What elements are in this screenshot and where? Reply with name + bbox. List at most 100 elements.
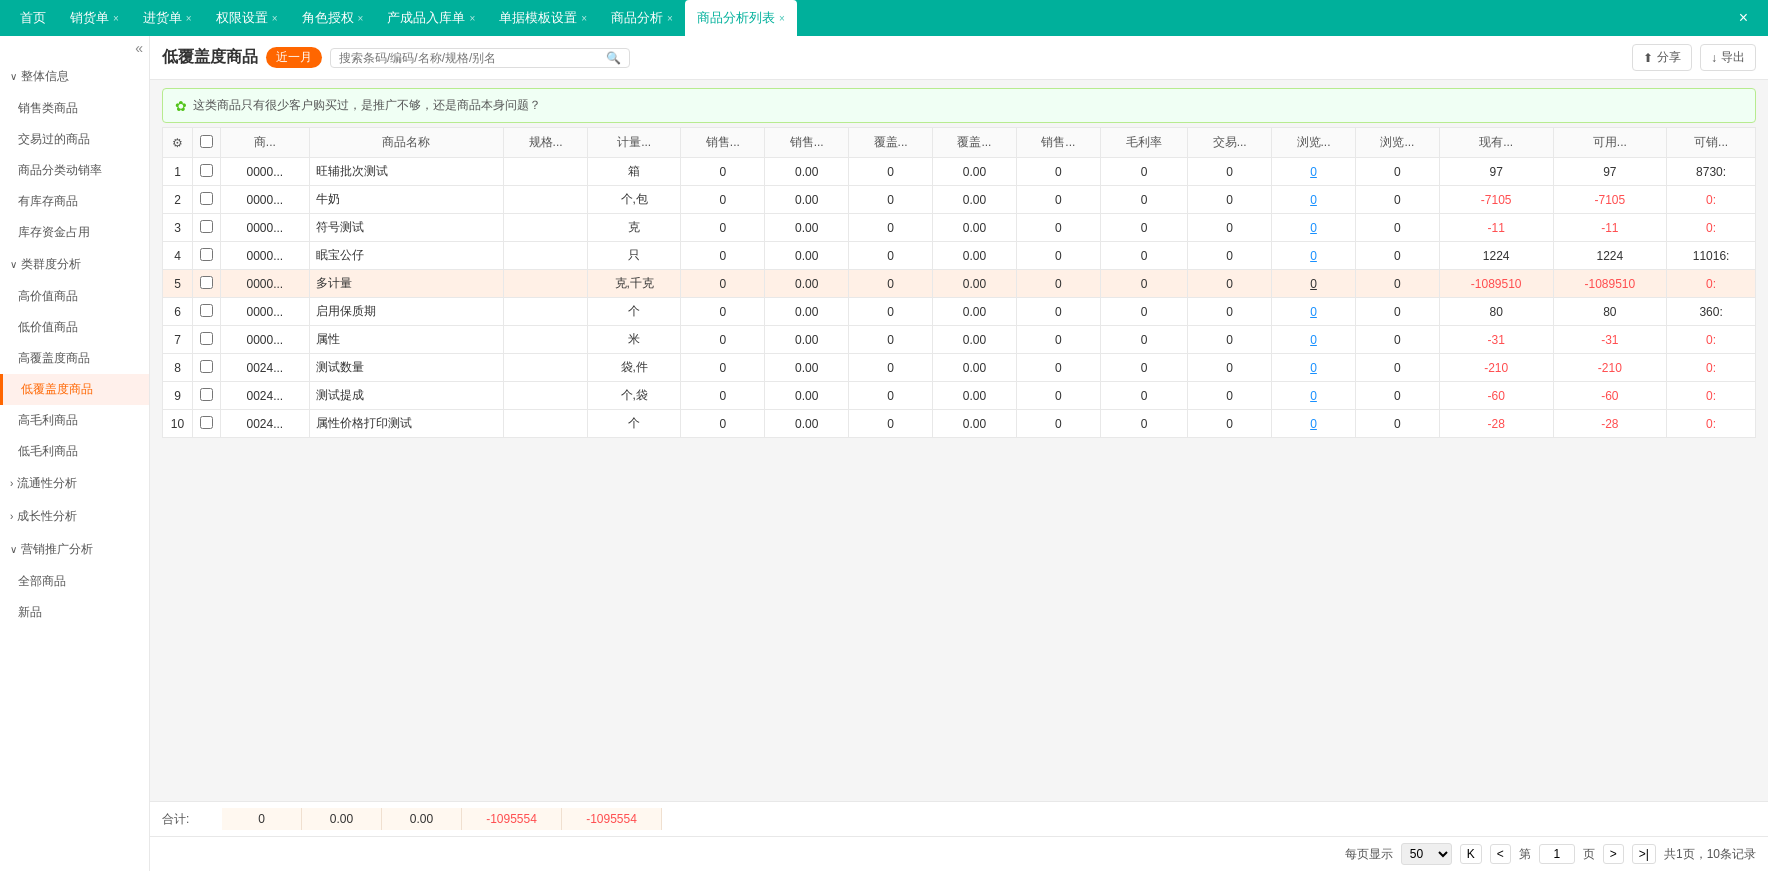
per-page-select[interactable]: 50 10 20 100 [1401, 843, 1452, 865]
row-browse2: 0 [1355, 186, 1439, 214]
nav-template-settings[interactable]: 单据模板设置 × [487, 0, 599, 36]
sidebar-item-category-rate[interactable]: 商品分类动销率 [0, 155, 149, 186]
row-checkbox[interactable] [193, 382, 221, 410]
sidebar-section-overview[interactable]: ∨ 整体信息 [0, 60, 149, 93]
last-page-button[interactable]: >| [1632, 844, 1656, 864]
row-sales2: 0 [1016, 270, 1100, 298]
col-available: 可用... [1553, 128, 1667, 158]
row-checkbox[interactable] [193, 298, 221, 326]
sidebar-item-high-value[interactable]: 高价值商品 [0, 281, 149, 312]
row-gross-rate: 0 [1100, 158, 1187, 186]
close-icon[interactable]: × [358, 13, 364, 24]
first-page-button[interactable]: K [1460, 844, 1482, 864]
close-icon[interactable]: × [272, 13, 278, 24]
row-name: 眠宝公仔 [309, 242, 503, 270]
sidebar-item-low-value[interactable]: 低价值商品 [0, 312, 149, 343]
close-icon[interactable]: × [581, 13, 587, 24]
row-sales-qty: 0 [681, 410, 765, 438]
prev-page-button[interactable]: < [1490, 844, 1511, 864]
row-sales-qty: 0 [681, 214, 765, 242]
sidebar-item-traded-goods[interactable]: 交易过的商品 [0, 124, 149, 155]
col-settings[interactable]: ⚙ [163, 128, 193, 158]
nav-sales[interactable]: 销货单 × [58, 0, 131, 36]
sidebar-item-all-goods[interactable]: 全部商品 [0, 566, 149, 597]
nav-home[interactable]: 首页 [8, 0, 58, 36]
sidebar-item-sales-goods[interactable]: 销售类商品 [0, 93, 149, 124]
nav-product-analysis-list[interactable]: 商品分析列表 × [685, 0, 797, 36]
row-checkbox-input[interactable] [200, 220, 213, 233]
nav-role-auth[interactable]: 角色授权 × [290, 0, 376, 36]
sidebar-item-low-coverage[interactable]: 低覆盖度商品 [0, 374, 149, 405]
row-sales2: 0 [1016, 326, 1100, 354]
row-unit: 克 [588, 214, 681, 242]
row-checkbox-input[interactable] [200, 164, 213, 177]
row-checkbox-input[interactable] [200, 304, 213, 317]
nav-purchase[interactable]: 进货单 × [131, 0, 204, 36]
row-checkbox[interactable] [193, 410, 221, 438]
sidebar-section-marketing[interactable]: ∨ 营销推广分析 [0, 533, 149, 566]
row-checkbox-input[interactable] [200, 248, 213, 261]
row-checkbox[interactable] [193, 158, 221, 186]
search-input[interactable] [339, 51, 606, 65]
row-num: 7 [163, 326, 193, 354]
sidebar-item-new-goods[interactable]: 新品 [0, 597, 149, 628]
sidebar-section-circulation[interactable]: › 流通性分析 [0, 467, 149, 500]
row-checkbox[interactable] [193, 354, 221, 382]
close-icon[interactable]: × [186, 13, 192, 24]
row-checkbox-input[interactable] [200, 192, 213, 205]
page-number-input[interactable] [1539, 844, 1575, 864]
total-sales-qty: 0 [222, 808, 302, 830]
col-sales-qty: 销售... [681, 128, 765, 158]
row-current: -28 [1439, 410, 1553, 438]
sidebar-item-stock-goods[interactable]: 有库存商品 [0, 186, 149, 217]
window-close-button[interactable]: × [1727, 9, 1760, 27]
sidebar-section-growth[interactable]: › 成长性分析 [0, 500, 149, 533]
close-icon[interactable]: × [667, 13, 673, 24]
col-cover2: 覆盖... [933, 128, 1017, 158]
close-icon[interactable]: × [779, 13, 785, 24]
row-available: -31 [1553, 326, 1667, 354]
nav-permissions[interactable]: 权限设置 × [204, 0, 290, 36]
next-page-button[interactable]: > [1603, 844, 1624, 864]
nav-product-analysis[interactable]: 商品分析 × [599, 0, 685, 36]
row-sellable: 0: [1667, 186, 1756, 214]
info-banner: ✿ 这类商品只有很少客户购买过，是推广不够，还是商品本身问题？ [162, 88, 1756, 123]
export-button[interactable]: ↓ 导出 [1700, 44, 1756, 71]
search-icon[interactable]: 🔍 [606, 51, 621, 65]
row-current: -7105 [1439, 186, 1553, 214]
close-icon[interactable]: × [113, 13, 119, 24]
row-sellable: 0: [1667, 354, 1756, 382]
row-checkbox[interactable] [193, 326, 221, 354]
row-browse2: 0 [1355, 158, 1439, 186]
share-button[interactable]: ⬆ 分享 [1632, 44, 1692, 71]
table-header-row: ⚙ 商... 商品名称 规格... 计量... 销售... 销售... 覆盖..… [163, 128, 1756, 158]
sidebar-item-stock-capital[interactable]: 库存资金占用 [0, 217, 149, 248]
close-icon[interactable]: × [469, 13, 475, 24]
row-checkbox[interactable] [193, 214, 221, 242]
row-checkbox-input[interactable] [200, 388, 213, 401]
row-current: 1224 [1439, 242, 1553, 270]
page-unit-label: 页 [1583, 846, 1595, 863]
row-checkbox-input[interactable] [200, 416, 213, 429]
row-current: 80 [1439, 298, 1553, 326]
sidebar-section-cluster[interactable]: ∨ 类群度分析 [0, 248, 149, 281]
row-checkbox-input[interactable] [200, 360, 213, 373]
col-checkbox[interactable] [193, 128, 221, 158]
sidebar-collapse-button[interactable]: « [135, 40, 143, 56]
nav-product-warehouse[interactable]: 产成品入库单 × [375, 0, 487, 36]
row-name: 牛奶 [309, 186, 503, 214]
sidebar-item-high-margin[interactable]: 高毛利商品 [0, 405, 149, 436]
sidebar-item-low-margin[interactable]: 低毛利商品 [0, 436, 149, 467]
row-checkbox-input[interactable] [200, 332, 213, 345]
period-button[interactable]: 近一月 [266, 47, 322, 68]
row-trade: 0 [1188, 326, 1272, 354]
row-gross-rate: 0 [1100, 326, 1187, 354]
row-current: -31 [1439, 326, 1553, 354]
select-all-checkbox[interactable] [200, 135, 213, 148]
row-sellable: 0: [1667, 410, 1756, 438]
row-checkbox[interactable] [193, 186, 221, 214]
row-checkbox[interactable] [193, 270, 221, 298]
sidebar-item-high-coverage[interactable]: 高覆盖度商品 [0, 343, 149, 374]
row-checkbox[interactable] [193, 242, 221, 270]
row-checkbox-input[interactable] [200, 276, 213, 289]
